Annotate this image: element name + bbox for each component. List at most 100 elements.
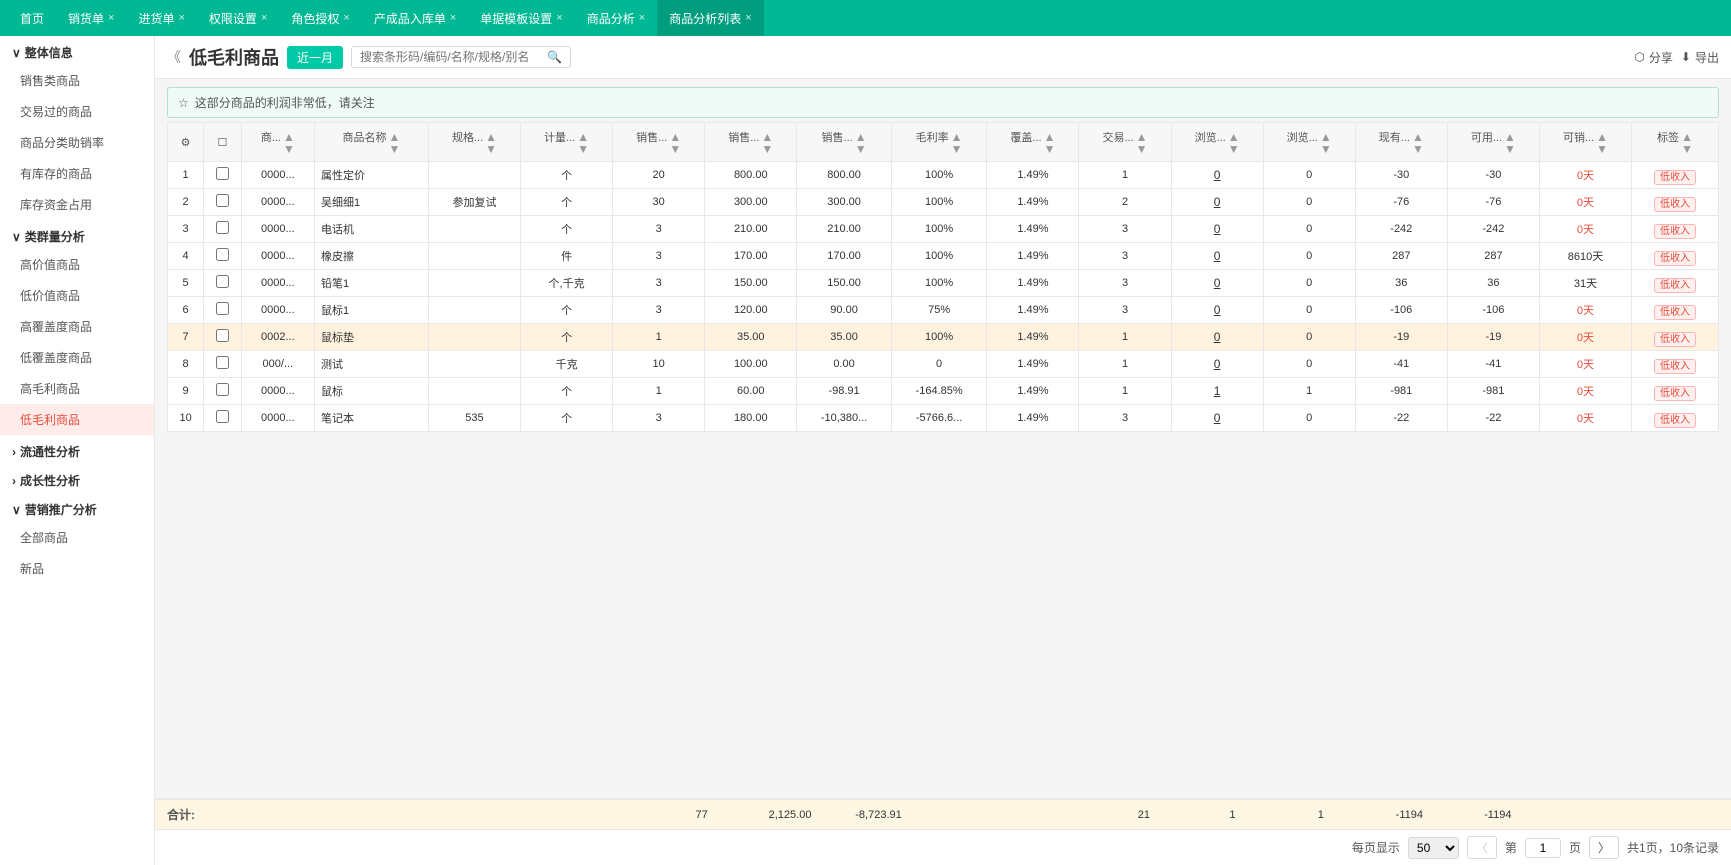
sidebar-item-category-rate[interactable]: 商品分类助销率 bbox=[0, 127, 154, 158]
row-browse1[interactable]: 0 bbox=[1171, 405, 1263, 432]
search-input[interactable] bbox=[360, 50, 543, 64]
col-browse2[interactable]: 浏览...▲▼ bbox=[1263, 123, 1355, 162]
row-checkbox[interactable] bbox=[204, 297, 241, 324]
page-size-select[interactable]: 50 100 200 bbox=[1408, 837, 1459, 859]
col-available[interactable]: 可用...▲▼ bbox=[1447, 123, 1539, 162]
prev-page-btn[interactable]: 〈 bbox=[1467, 836, 1497, 859]
row-checkbox[interactable] bbox=[204, 351, 241, 378]
row-name[interactable]: 鼠标1 bbox=[315, 297, 429, 324]
close-icon[interactable]: × bbox=[450, 12, 456, 24]
col-checkbox[interactable]: ☐ bbox=[204, 123, 241, 162]
row-name[interactable]: 鼠标 bbox=[315, 378, 429, 405]
row-checkbox[interactable] bbox=[204, 189, 241, 216]
sidebar-item-all-goods[interactable]: 全部商品 bbox=[0, 522, 154, 553]
col-browse1[interactable]: 浏览...▲▼ bbox=[1171, 123, 1263, 162]
row-coverage: 1 bbox=[1079, 162, 1171, 189]
sidebar-item-capital[interactable]: 库存资金占用 bbox=[0, 189, 154, 220]
col-tag[interactable]: 标签▲▼ bbox=[1632, 123, 1719, 162]
row-browse1[interactable]: 0 bbox=[1171, 270, 1263, 297]
row-sale-price: 800.00 bbox=[705, 162, 797, 189]
col-name[interactable]: 商品名称▲▼ bbox=[315, 123, 429, 162]
nav-item-purchase[interactable]: 进货单 × bbox=[126, 0, 196, 36]
nav-item-sales[interactable]: 销货单 × bbox=[56, 0, 126, 36]
col-unit[interactable]: 计量...▲▼ bbox=[521, 123, 613, 162]
next-page-btn[interactable]: 〉 bbox=[1589, 836, 1619, 859]
close-icon[interactable]: × bbox=[261, 12, 267, 24]
row-checkbox[interactable] bbox=[204, 405, 241, 432]
sidebar-group-overall[interactable]: ∨ 整体信息 bbox=[0, 36, 154, 65]
table-row: 4 0000... 橡皮擦 件 3 170.00 170.00 100% 1.4… bbox=[168, 243, 1719, 270]
row-name[interactable]: 铅笔1 bbox=[315, 270, 429, 297]
col-sale-amount[interactable]: 销售...▲▼ bbox=[797, 123, 892, 162]
col-trade[interactable]: 交易...▲▼ bbox=[1079, 123, 1171, 162]
row-name[interactable]: 电话机 bbox=[315, 216, 429, 243]
row-checkbox[interactable] bbox=[204, 243, 241, 270]
sidebar-item-high-value[interactable]: 高价值商品 bbox=[0, 249, 154, 280]
sidebar-item-low-coverage[interactable]: 低覆盖度商品 bbox=[0, 342, 154, 373]
nav-item-goods-analysis[interactable]: 商品分析 × bbox=[575, 0, 657, 36]
close-icon[interactable]: × bbox=[639, 12, 645, 24]
sidebar-item-high-coverage[interactable]: 高覆盖度商品 bbox=[0, 311, 154, 342]
search-icon[interactable]: 🔍 bbox=[547, 50, 562, 64]
share-button[interactable]: ⬡ 分享 bbox=[1634, 49, 1673, 66]
row-name[interactable]: 测试 bbox=[315, 351, 429, 378]
row-name[interactable]: 橡皮擦 bbox=[315, 243, 429, 270]
col-settings[interactable]: ⚙ bbox=[168, 123, 204, 162]
row-checkbox[interactable] bbox=[204, 378, 241, 405]
sidebar-group-cluster[interactable]: ∨ 类群量分析 bbox=[0, 220, 154, 249]
filter-period-btn[interactable]: 近一月 bbox=[287, 46, 343, 69]
row-name[interactable]: 属性定价 bbox=[315, 162, 429, 189]
row-stock: 36 bbox=[1355, 270, 1447, 297]
row-name[interactable]: 吴细细1 bbox=[315, 189, 429, 216]
col-spec[interactable]: 规格...▲▼ bbox=[428, 123, 520, 162]
sidebar-item-low-value[interactable]: 低价值商品 bbox=[0, 280, 154, 311]
sidebar-collapse-btn[interactable]: 《 bbox=[167, 47, 181, 67]
nav-item-goods-list[interactable]: 商品分析列表 × bbox=[657, 0, 763, 36]
col-stock[interactable]: 现有...▲▼ bbox=[1355, 123, 1447, 162]
row-browse1[interactable]: 0 bbox=[1171, 162, 1263, 189]
row-browse1[interactable]: 0 bbox=[1171, 351, 1263, 378]
row-browse1[interactable]: 0 bbox=[1171, 297, 1263, 324]
row-checkbox[interactable] bbox=[204, 162, 241, 189]
close-icon[interactable]: × bbox=[745, 12, 751, 24]
sidebar-item-new-goods[interactable]: 新品 bbox=[0, 553, 154, 584]
row-browse1[interactable]: 1 bbox=[1171, 378, 1263, 405]
export-button[interactable]: ⬇ 导出 bbox=[1681, 49, 1719, 66]
close-icon[interactable]: × bbox=[178, 12, 184, 24]
sidebar-group-marketing[interactable]: ∨ 营销推广分析 bbox=[0, 493, 154, 522]
sidebar-item-low-profit[interactable]: 低毛利商品 bbox=[0, 404, 154, 435]
row-browse1[interactable]: 0 bbox=[1171, 216, 1263, 243]
sidebar-item-traded[interactable]: 交易过的商品 bbox=[0, 96, 154, 127]
close-icon[interactable]: × bbox=[108, 12, 114, 24]
col-profit-rate[interactable]: 毛利率▲▼ bbox=[891, 123, 987, 162]
col-coverage[interactable]: 覆盖...▲▼ bbox=[987, 123, 1079, 162]
row-stock: -981 bbox=[1355, 378, 1447, 405]
page-number-input[interactable] bbox=[1525, 838, 1561, 858]
sidebar-group-circulation[interactable]: › 流通性分析 bbox=[0, 435, 154, 464]
close-icon[interactable]: × bbox=[343, 12, 349, 24]
nav-item-home[interactable]: 首页 bbox=[8, 0, 56, 36]
row-browse1[interactable]: 0 bbox=[1171, 189, 1263, 216]
sidebar-group-growth[interactable]: › 成长性分析 bbox=[0, 464, 154, 493]
close-icon[interactable]: × bbox=[556, 12, 562, 24]
sidebar-item-high-profit[interactable]: 高毛利商品 bbox=[0, 373, 154, 404]
table-container[interactable]: ⚙ ☐ 商...▲▼ 商品名称▲▼ 规格...▲▼ 计量...▲▼ 销售...▲… bbox=[155, 122, 1731, 798]
row-checkbox[interactable] bbox=[204, 270, 241, 297]
nav-item-roles[interactable]: 角色授权 × bbox=[279, 0, 361, 36]
row-browse1[interactable]: 0 bbox=[1171, 324, 1263, 351]
nav-item-template[interactable]: 单据模板设置 × bbox=[468, 0, 574, 36]
col-sale-qty[interactable]: 销售...▲▼ bbox=[613, 123, 705, 162]
row-name[interactable]: 笔记本 bbox=[315, 405, 429, 432]
sidebar-item-in-stock[interactable]: 有库存的商品 bbox=[0, 158, 154, 189]
nav-item-product-entry[interactable]: 产成品入库单 × bbox=[362, 0, 468, 36]
row-browse1[interactable]: 0 bbox=[1171, 243, 1263, 270]
row-spec: 参加复试 bbox=[428, 189, 520, 216]
row-name[interactable]: 鼠标垫 bbox=[315, 324, 429, 351]
row-checkbox[interactable] bbox=[204, 324, 241, 351]
row-checkbox[interactable] bbox=[204, 216, 241, 243]
col-saleable[interactable]: 可销...▲▼ bbox=[1539, 123, 1631, 162]
col-sale-price[interactable]: 销售...▲▼ bbox=[705, 123, 797, 162]
col-code[interactable]: 商...▲▼ bbox=[241, 123, 314, 162]
sidebar-item-sales-goods[interactable]: 销售类商品 bbox=[0, 65, 154, 96]
nav-item-permissions[interactable]: 权限设置 × bbox=[197, 0, 279, 36]
